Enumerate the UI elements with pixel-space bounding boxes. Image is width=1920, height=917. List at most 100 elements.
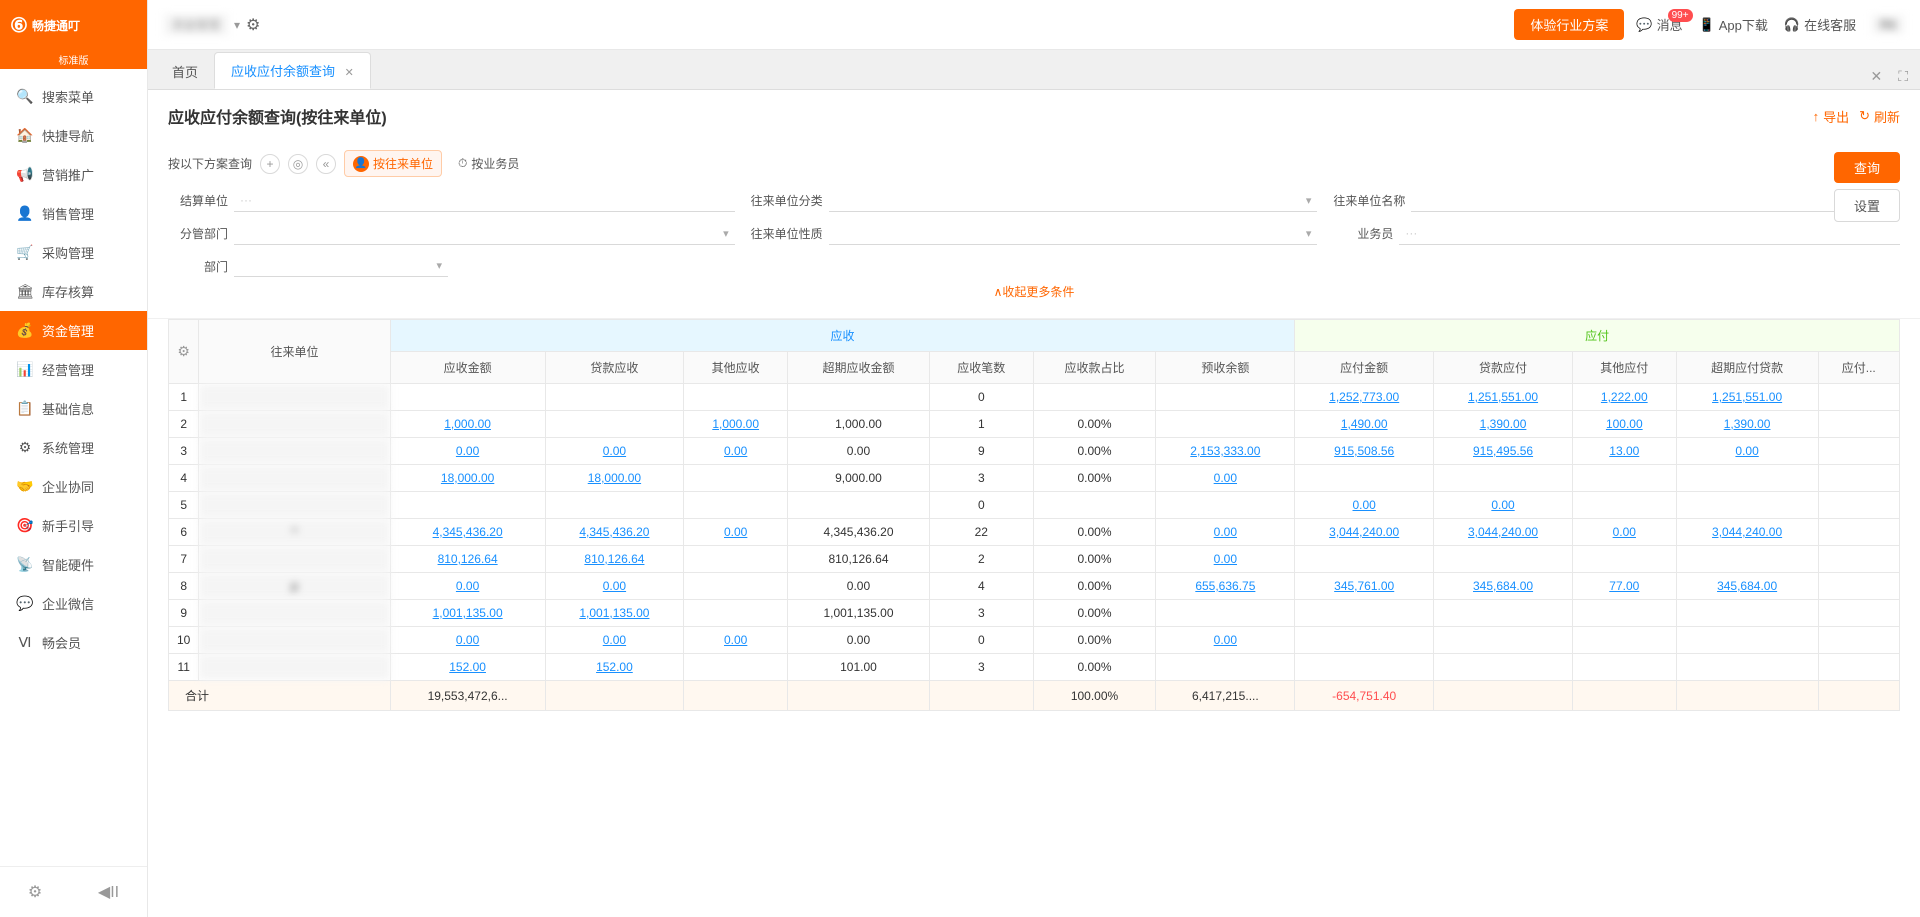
tab-ar-query[interactable]: 应收应付余额查询 ✕ [214,52,371,89]
online-service-label: 在线客服 [1804,15,1856,34]
finance-icon: 💰 [16,322,34,339]
table-row: 21,000.001,000.001,000.0010.00%1,490.001… [169,411,1900,438]
scheme-unit-icon: 👤 [353,156,369,172]
inventory-icon: 🏛 [16,283,34,300]
scheme-by-unit[interactable]: 👤 按往来单位 [344,150,442,177]
settings-footer-icon[interactable]: ⚙ [23,877,47,907]
filter-dept: 分管部门 ▾ [168,223,735,245]
th-ar-amount: 应收金额 [390,352,545,384]
th-settings[interactable]: ⚙ [169,320,199,384]
th-ar-other: 其他应收 [684,352,788,384]
service-icon: 🎧 [1784,17,1800,33]
table-settings-icon[interactable]: ⚙ [177,343,190,359]
top-header: 资金管理 ▾ ⚙ 体验行业方案 💬 消息 99+ 📱 App下载 🎧 在线客服 [148,0,1920,50]
tab-home-label: 首页 [172,65,198,80]
export-button[interactable]: ↑ 导出 [1813,107,1850,126]
tab-bar: 首页 应收应付余额查询 ✕ ✕ ⛶ [148,50,1920,90]
page-actions: ↑ 导出 ↻ 刷新 [1813,107,1900,126]
app-download-button[interactable]: 📱 App下载 [1699,15,1768,34]
sidebar-item-marketing[interactable]: 📢 营销推广 [0,155,147,194]
sidebar-item-vip[interactable]: Ⅵ 畅会员 [0,623,147,662]
sidebar-item-hardware[interactable]: 📡 智能硬件 [0,545,147,584]
filter-unit-nature: 往来单位性质 ▾ [751,223,1318,245]
sidebar-item-finance[interactable]: 💰 资金管理 [0,311,147,350]
sidebar-item-enterprise[interactable]: 🤝 企业协同 [0,467,147,506]
tab-home[interactable]: 首页 [156,54,214,89]
total-ap-loan [1434,681,1573,711]
sidebar-item-system[interactable]: ⚙ 系统管理 [0,428,147,467]
total-label: 合计 [169,681,391,711]
dept-chevron-icon: ▾ [723,227,729,240]
sidebar-item-wechat[interactable]: 💬 企业微信 [0,584,147,623]
trial-button[interactable]: 体验行业方案 [1514,9,1624,40]
tab-bar-controls: ✕ ⛶ [1866,64,1912,89]
message-badge: 99+ [1668,9,1693,22]
scheme-salesperson-label: 按业务员 [471,155,519,172]
filter-salesperson: 业务员 ··· [1333,222,1900,245]
unit-nature-select[interactable]: ▾ [829,223,1318,245]
breadcrumb-area: 资金管理 ▾ ⚙ [164,14,1502,35]
table-row: 91,001,135.001,001,135.001,001,135.0030.… [169,600,1900,627]
th-ap-rest: 应付... [1818,352,1899,384]
query-button[interactable]: 查询 [1834,152,1900,183]
th-ar-prepay: 预收余额 [1156,352,1295,384]
sidebar-item-operations[interactable]: 📊 经营管理 [0,350,147,389]
total-ap-rest [1818,681,1899,711]
unit-cat-label: 往来单位分类 [751,192,823,209]
bumen-select[interactable]: ▾ [234,255,448,277]
sidebar-item-label: 经营管理 [42,360,94,379]
total-ap-overdue [1676,681,1818,711]
collapse-conditions-button[interactable]: ∧ 收起更多条件 [168,277,1900,306]
jiesuan-input[interactable]: ··· [234,189,735,212]
scheme-settings-button[interactable]: ◎ [288,154,308,174]
purchase-icon: 🛒 [16,244,34,261]
th-group-ap: 应付 [1295,320,1900,352]
sidebar-item-label: 销售管理 [42,204,94,223]
dept-select[interactable]: ▾ [234,223,735,245]
unit-cat-select[interactable]: ▾ [829,190,1318,212]
unit-name-input[interactable] [1411,189,1900,212]
total-ap-other [1572,681,1676,711]
sidebar-item-label: 新手引导 [42,516,94,535]
header-gear-icon[interactable]: ⚙ [246,15,260,35]
sidebar-item-basic[interactable]: 📋 基础信息 [0,389,147,428]
collapse-sidebar-icon[interactable]: ◀II [93,877,124,907]
filter-scheme-row: 按以下方案查询 + ◎ « 👤 按往来单位 ⏱ 按业务员 [168,150,1900,177]
sidebar-item-label: 库存核算 [42,282,94,301]
sidebar-item-newbie[interactable]: 🎯 新手引导 [0,506,147,545]
maximize-window-icon[interactable]: ⛶ [1894,64,1912,89]
user-avatar[interactable]: Rit [1872,15,1904,34]
marketing-icon: 📢 [16,166,34,183]
close-window-icon[interactable]: ✕ [1866,64,1886,89]
th-ap-loan: 贷款应付 [1434,352,1573,384]
tab-close-icon[interactable]: ✕ [345,67,354,79]
messages-button[interactable]: 💬 消息 99+ [1636,15,1682,34]
scheme-by-salesperson[interactable]: ⏱ 按业务员 [450,151,527,176]
sidebar-item-purchase[interactable]: 🛒 采购管理 [0,233,147,272]
search-icon: 🔍 [16,88,34,105]
sidebar-item-label: 搜索菜单 [42,87,94,106]
table-wrapper[interactable]: ⚙ 往来单位 应收 应付 应收金额 贷款应收 其他应收 超期应收金额 应收笔数 [148,319,1920,917]
sidebar-item-label: 智能硬件 [42,555,94,574]
filter-rows: 结算单位 ··· 往来单位分类 ▾ [168,189,1900,277]
sidebar-item-inventory[interactable]: 🏛 库存核算 [0,272,147,311]
sidebar-item-search[interactable]: 🔍 搜索菜单 [0,77,147,116]
sidebar-item-label: 资金管理 [42,321,94,340]
salesperson-input[interactable]: ··· [1399,222,1900,245]
app-logo: ⑥ 畅捷通叮 [0,0,147,50]
total-ar-ratio: 100.00% [1033,681,1156,711]
th-ar-ratio: 应收款占比 [1033,352,1156,384]
setting-button[interactable]: 设置 [1834,189,1900,222]
online-service-button[interactable]: 🎧 在线客服 [1784,15,1856,34]
scheme-collapse-button[interactable]: « [316,154,336,174]
sidebar-item-label: 快捷导航 [42,126,94,145]
add-scheme-button[interactable]: + [260,154,280,174]
breadcrumb-chevron-icon[interactable]: ▾ [234,18,240,32]
sidebar-item-label: 营销推广 [42,165,94,184]
scheme-unit-label: 按往来单位 [373,155,433,172]
sidebar-item-sales[interactable]: 👤 销售管理 [0,194,147,233]
refresh-button[interactable]: ↻ 刷新 [1859,107,1900,126]
filter-row-1: 结算单位 ··· 往来单位分类 ▾ [168,189,1900,212]
sidebar-item-quicknav[interactable]: 🏠 快捷导航 [0,116,147,155]
th-ar-count: 应收笔数 [929,352,1033,384]
